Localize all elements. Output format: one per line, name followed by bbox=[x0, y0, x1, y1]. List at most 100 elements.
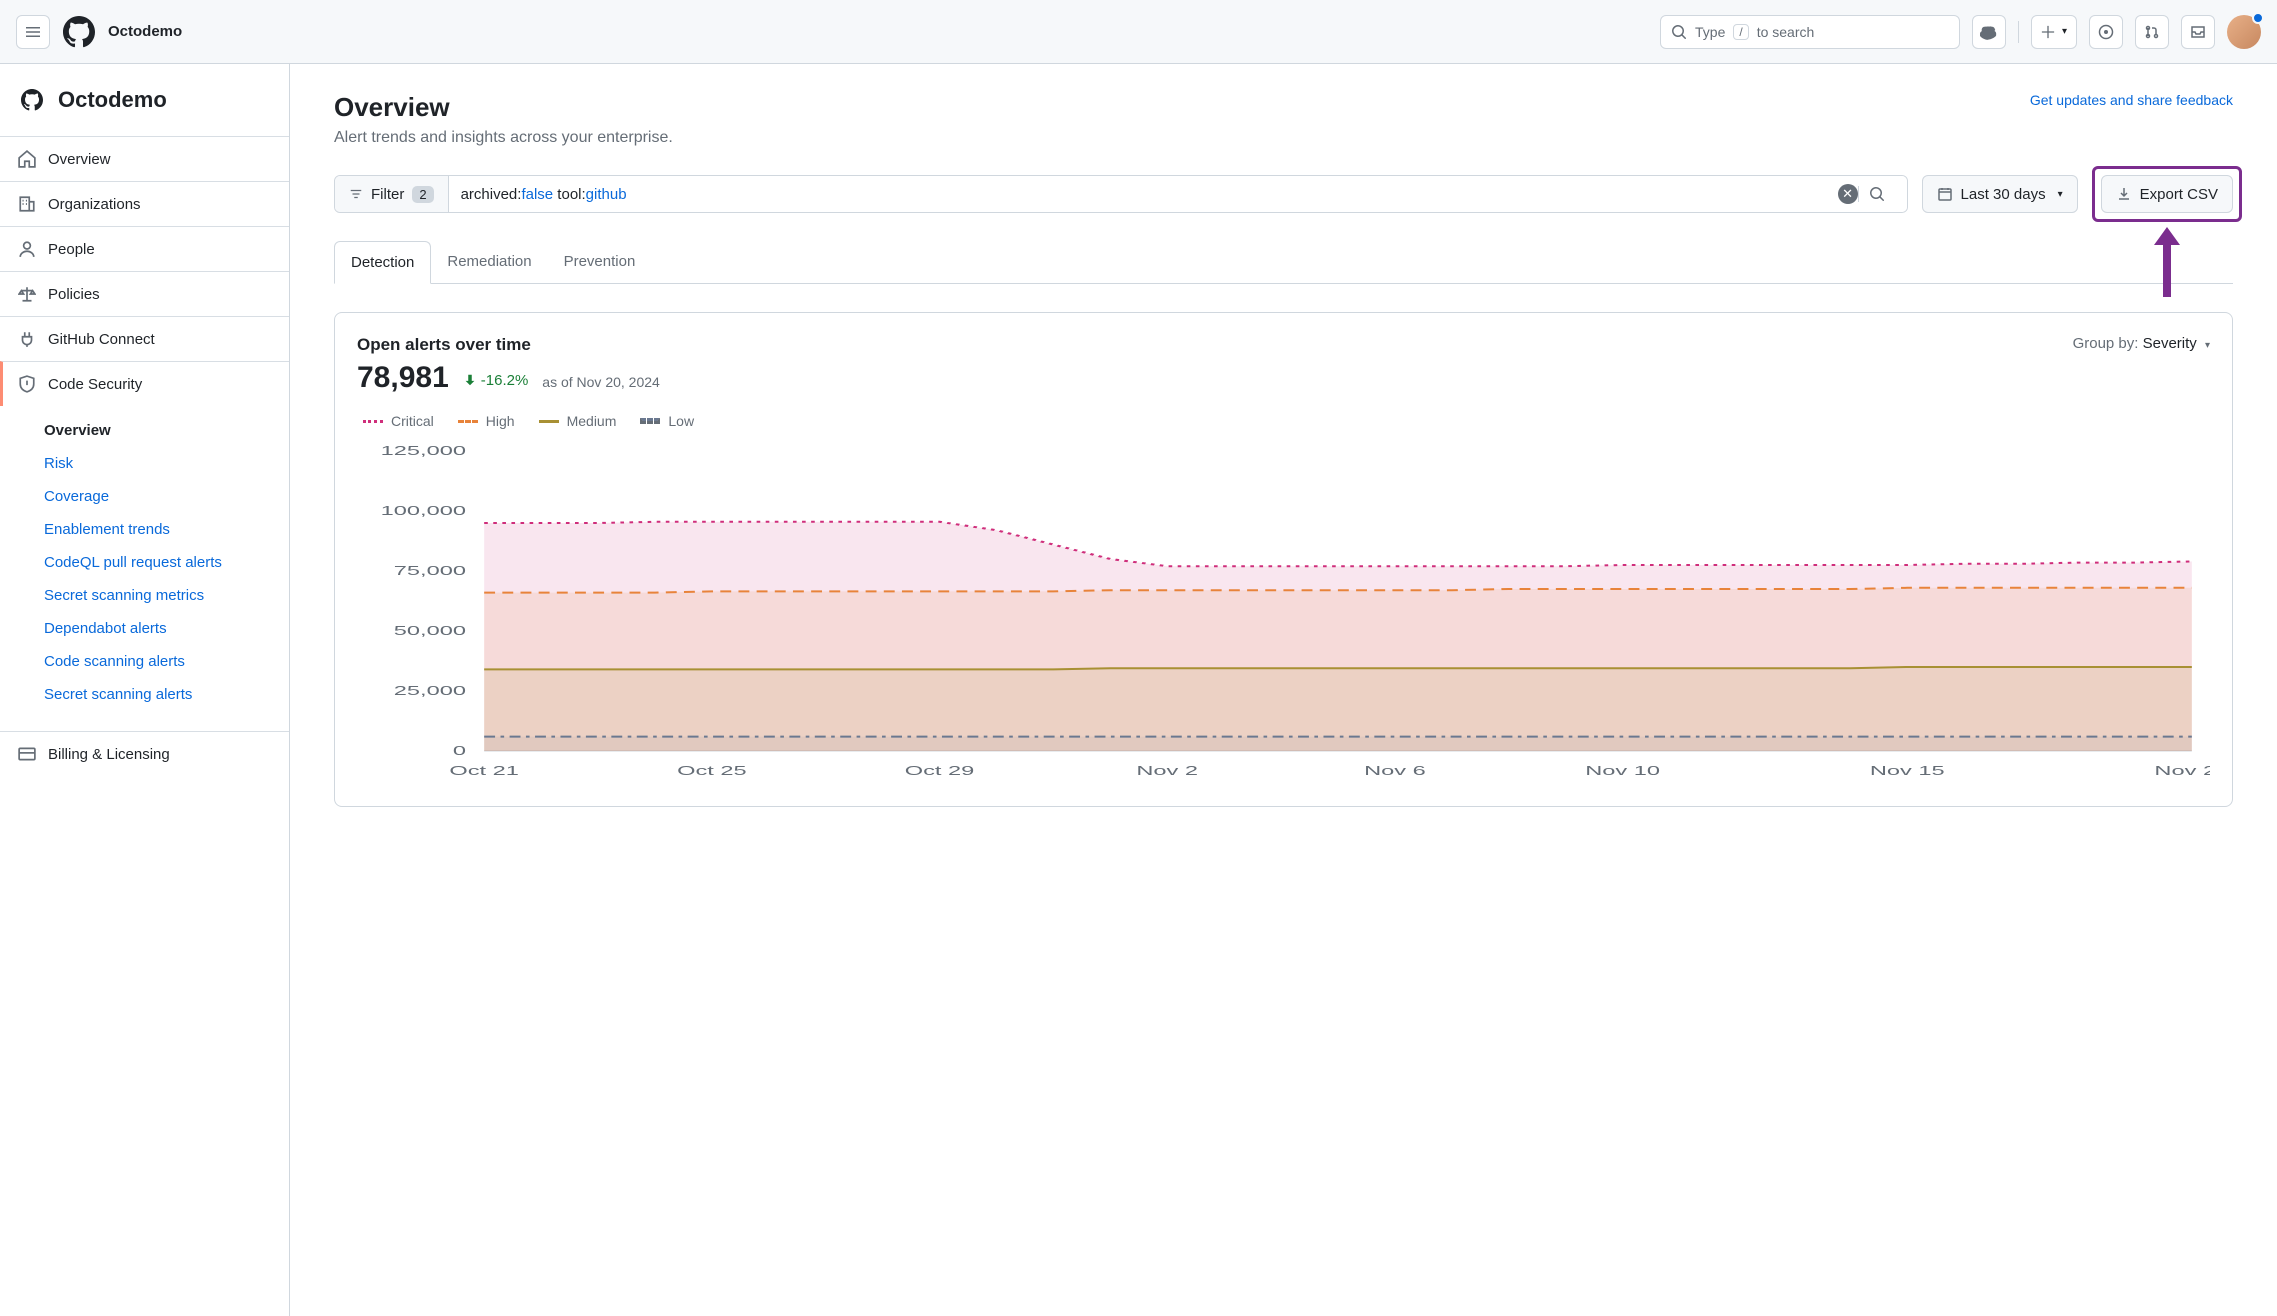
export-csv-button[interactable]: Export CSV bbox=[2101, 175, 2233, 213]
subnav-risk[interactable]: Risk bbox=[44, 447, 289, 480]
svg-text:50,000: 50,000 bbox=[394, 624, 466, 638]
inbox-button[interactable] bbox=[2181, 15, 2215, 49]
filter-label: Filter bbox=[371, 186, 404, 203]
filter-count-badge: 2 bbox=[412, 186, 433, 203]
shield-icon bbox=[18, 375, 36, 393]
svg-text:Oct 25: Oct 25 bbox=[677, 764, 747, 778]
nav-label: Billing & Licensing bbox=[48, 746, 170, 763]
person-icon bbox=[18, 240, 36, 258]
download-icon bbox=[2116, 186, 2132, 202]
clear-filter-button[interactable]: ✕ bbox=[1838, 184, 1858, 204]
date-range-button[interactable]: Last 30 days ▾ bbox=[1922, 175, 2078, 213]
filter-search-button[interactable] bbox=[1858, 186, 1895, 202]
copilot-button[interactable] bbox=[1972, 15, 2006, 49]
create-new-button[interactable]: ▾ bbox=[2031, 15, 2077, 49]
sidebar-item-github-connect[interactable]: GitHub Connect bbox=[0, 316, 289, 361]
query-key-1: archived: bbox=[461, 186, 522, 203]
subnav-dependabot-alerts[interactable]: Dependabot alerts bbox=[44, 612, 289, 645]
subnav-overview[interactable]: Overview bbox=[44, 414, 289, 447]
global-search[interactable]: Type / to search bbox=[1660, 15, 1960, 49]
pull-requests-button[interactable] bbox=[2135, 15, 2169, 49]
svg-text:100,000: 100,000 bbox=[381, 504, 466, 518]
tab-prevention[interactable]: Prevention bbox=[548, 241, 652, 283]
filter-query-input[interactable]: archived:false tool:github ✕ bbox=[449, 176, 1907, 212]
highlight-annotation: Export CSV bbox=[2092, 166, 2242, 222]
query-val-2: github bbox=[586, 186, 627, 203]
query-key-2: tool: bbox=[553, 186, 586, 203]
page-subtitle: Alert trends and insights across your en… bbox=[334, 129, 673, 147]
export-label: Export CSV bbox=[2140, 186, 2218, 203]
divider bbox=[2018, 21, 2019, 43]
search-icon bbox=[1869, 186, 1885, 202]
search-placeholder-suffix: to search bbox=[1757, 24, 1815, 40]
sidebar-item-policies[interactable]: Policies bbox=[0, 271, 289, 316]
svg-text:Nov 2: Nov 2 bbox=[1136, 764, 1198, 778]
query-val-1: false bbox=[521, 186, 553, 203]
legend-low: Low bbox=[640, 413, 694, 429]
swatch-low bbox=[640, 418, 660, 424]
svg-text:Nov 20: Nov 20 bbox=[2154, 764, 2210, 778]
org-name-top[interactable]: Octodemo bbox=[108, 23, 182, 40]
org-name-sidebar[interactable]: Octodemo bbox=[58, 87, 167, 113]
chart-delta: -16.2% bbox=[463, 372, 529, 389]
nav-label: Overview bbox=[48, 151, 111, 168]
legend-high: High bbox=[458, 413, 515, 429]
filter-icon bbox=[349, 187, 363, 201]
feedback-link[interactable]: Get updates and share feedback bbox=[2030, 92, 2233, 108]
svg-text:125,000: 125,000 bbox=[381, 444, 466, 458]
chevron-down-icon: ▾ bbox=[2058, 189, 2063, 200]
search-icon bbox=[1671, 24, 1687, 40]
sidebar-item-code-security[interactable]: Code Security bbox=[0, 361, 289, 406]
subnav-enablement-trends[interactable]: Enablement trends bbox=[44, 513, 289, 546]
issues-button[interactable] bbox=[2089, 15, 2123, 49]
swatch-critical bbox=[363, 420, 383, 423]
hamburger-menu-button[interactable] bbox=[16, 15, 50, 49]
subnav-codeql-pr-alerts[interactable]: CodeQL pull request alerts bbox=[44, 546, 289, 579]
tab-remediation[interactable]: Remediation bbox=[431, 241, 547, 283]
subnav-secret-scanning-alerts[interactable]: Secret scanning alerts bbox=[44, 678, 289, 711]
arrow-down-icon bbox=[463, 373, 477, 387]
org-avatar bbox=[18, 86, 46, 114]
nav-label: Policies bbox=[48, 286, 100, 303]
chevron-down-icon: ▾ bbox=[2062, 26, 2067, 37]
svg-text:Nov 15: Nov 15 bbox=[1870, 764, 1945, 778]
svg-text:25,000: 25,000 bbox=[394, 684, 466, 698]
arrow-up-annotation bbox=[2154, 227, 2180, 297]
svg-text:Oct 29: Oct 29 bbox=[905, 764, 975, 778]
chart-metric-value: 78,981 bbox=[357, 361, 449, 395]
github-logo[interactable] bbox=[62, 15, 96, 49]
sidebar-item-organizations[interactable]: Organizations bbox=[0, 181, 289, 226]
tab-detection[interactable]: Detection bbox=[334, 241, 431, 284]
subnav-code-scanning-alerts[interactable]: Code scanning alerts bbox=[44, 645, 289, 678]
home-icon bbox=[18, 150, 36, 168]
sidebar-item-billing[interactable]: Billing & Licensing bbox=[0, 731, 289, 776]
user-avatar[interactable] bbox=[2227, 15, 2261, 49]
nav-label: Organizations bbox=[48, 196, 141, 213]
groupby-selector[interactable]: Group by: Severity ▾ bbox=[2073, 335, 2210, 352]
law-icon bbox=[18, 285, 36, 303]
nav-label: Code Security bbox=[48, 376, 142, 393]
page-title: Overview bbox=[334, 92, 673, 123]
date-range-label: Last 30 days bbox=[1961, 186, 2046, 203]
organization-icon bbox=[18, 195, 36, 213]
swatch-medium bbox=[539, 420, 559, 423]
chevron-down-icon: ▾ bbox=[2205, 340, 2210, 351]
filter-button[interactable]: Filter 2 bbox=[335, 176, 449, 212]
legend-medium: Medium bbox=[539, 413, 617, 429]
svg-text:Nov 6: Nov 6 bbox=[1364, 764, 1426, 778]
svg-text:Nov 10: Nov 10 bbox=[1585, 764, 1660, 778]
chart-plot: 025,00050,00075,000100,000125,000Oct 21O… bbox=[357, 441, 2210, 784]
legend-critical: Critical bbox=[363, 413, 434, 429]
sidebar-item-overview[interactable]: Overview bbox=[0, 136, 289, 181]
credit-card-icon bbox=[18, 745, 36, 763]
svg-text:Oct 21: Oct 21 bbox=[449, 764, 519, 778]
nav-label: People bbox=[48, 241, 95, 258]
plug-icon bbox=[18, 330, 36, 348]
subnav-secret-scanning-metrics[interactable]: Secret scanning metrics bbox=[44, 579, 289, 612]
chart-title: Open alerts over time bbox=[357, 335, 660, 355]
svg-text:75,000: 75,000 bbox=[394, 564, 466, 578]
calendar-icon bbox=[1937, 186, 1953, 202]
swatch-high bbox=[458, 420, 478, 423]
sidebar-item-people[interactable]: People bbox=[0, 226, 289, 271]
subnav-coverage[interactable]: Coverage bbox=[44, 480, 289, 513]
